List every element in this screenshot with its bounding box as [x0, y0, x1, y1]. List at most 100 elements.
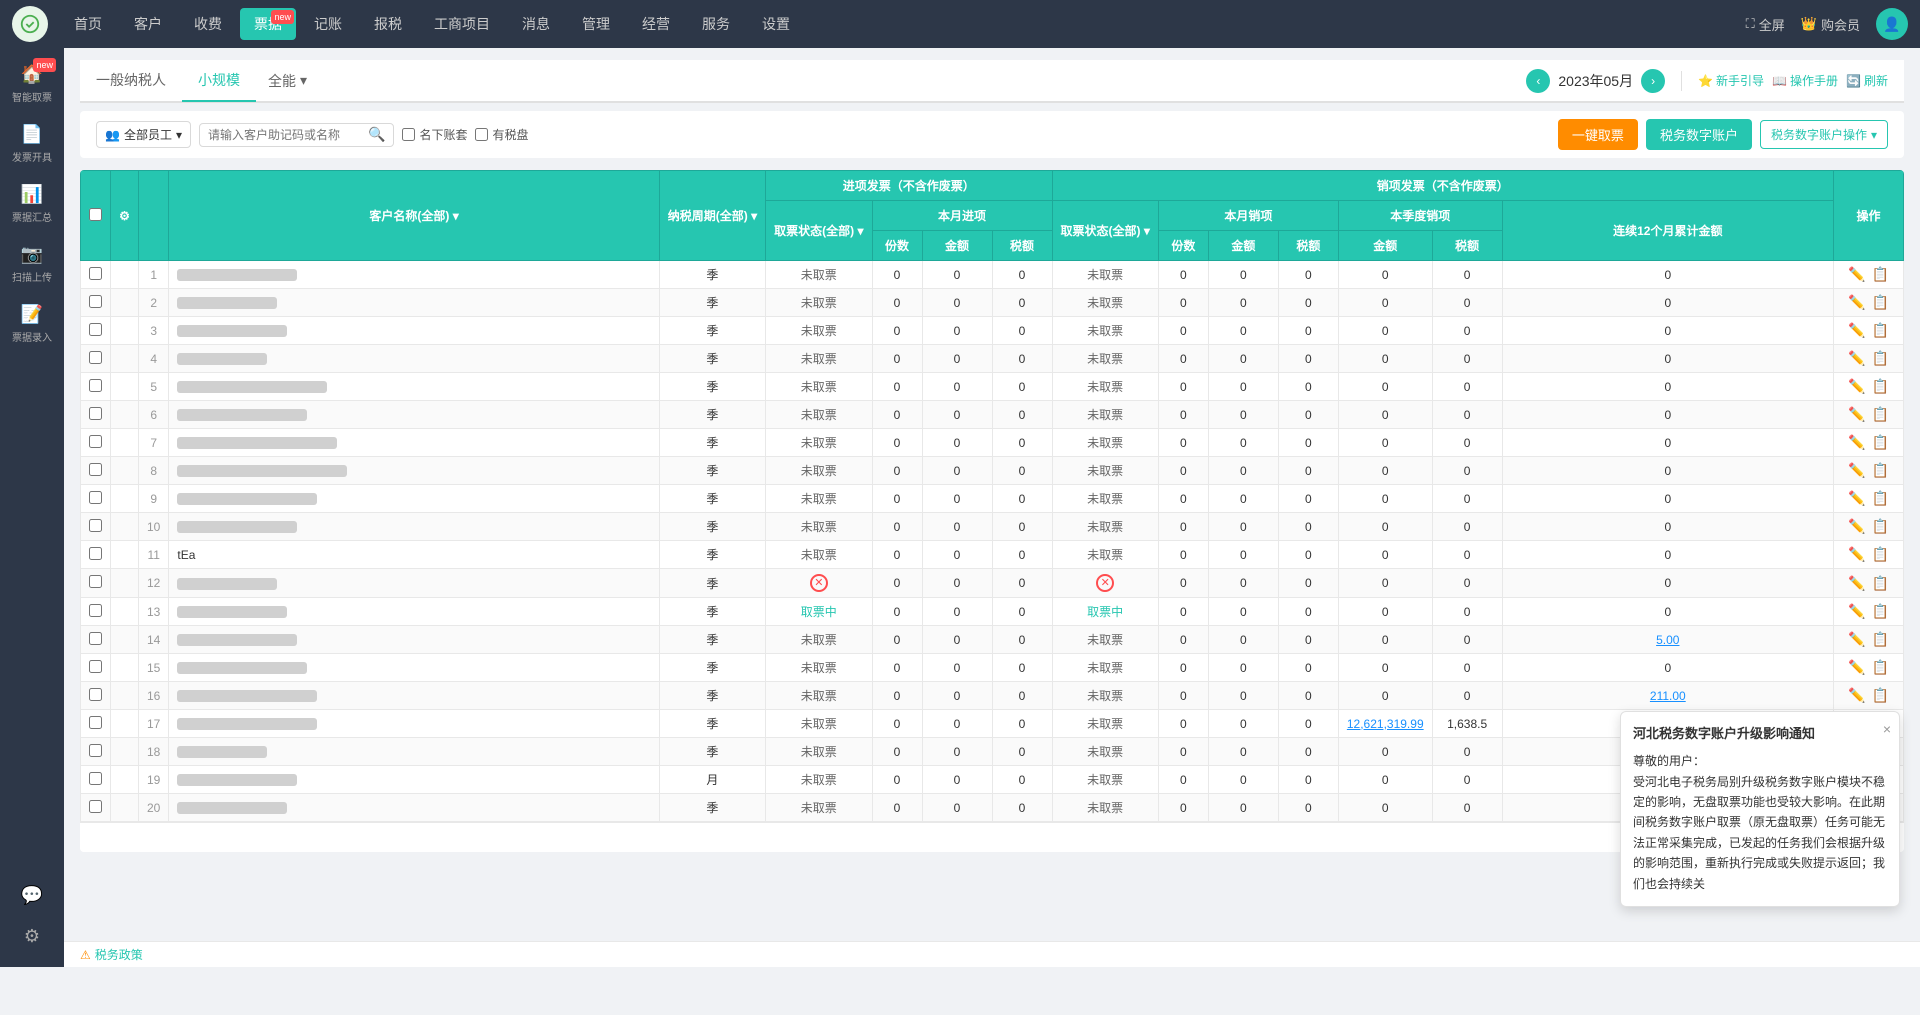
copy-icon[interactable]: 📋 — [1869, 294, 1892, 310]
row-checkbox-3[interactable] — [89, 323, 102, 336]
manual-link[interactable]: 📖 操作手册 — [1772, 72, 1838, 89]
nav-home[interactable]: 首页 — [60, 8, 116, 40]
policy-link[interactable]: 税务政策 — [95, 946, 143, 963]
row-checkbox-20[interactable] — [89, 800, 102, 813]
search-input[interactable] — [208, 124, 368, 146]
edit-icon[interactable]: ✏️ — [1845, 575, 1868, 591]
copy-icon[interactable]: 📋 — [1869, 687, 1892, 703]
tax-digital-operations-button[interactable]: 税务数字账户操作 ▾ — [1760, 120, 1888, 149]
th-client-name[interactable]: 客户名称(全部) ▾ — [169, 171, 659, 261]
search-button[interactable]: 🔍 — [368, 126, 385, 143]
row-checkbox-4[interactable] — [89, 351, 102, 364]
edit-icon[interactable]: ✏️ — [1845, 631, 1868, 647]
sidebar-item-invoice-open[interactable]: 📄 发票开具 — [4, 116, 60, 172]
row-checkbox-7[interactable] — [89, 435, 102, 448]
notification-close-button[interactable]: × — [1883, 718, 1891, 740]
edit-icon[interactable]: ✏️ — [1845, 687, 1868, 703]
copy-icon[interactable]: 📋 — [1869, 378, 1892, 394]
nav-tax[interactable]: 报税 — [360, 8, 416, 40]
edit-icon[interactable]: ✏️ — [1845, 659, 1868, 675]
subscribed-checkbox-label[interactable]: 名下账套 — [402, 126, 467, 143]
sidebar-item-chat[interactable]: 💬 — [4, 877, 60, 914]
copy-icon[interactable]: 📋 — [1869, 406, 1892, 422]
nav-settings[interactable]: 设置 — [748, 8, 804, 40]
nav-fee[interactable]: 收费 — [180, 8, 236, 40]
edit-icon[interactable]: ✏️ — [1845, 266, 1868, 282]
prev-month-button[interactable]: ‹ — [1526, 69, 1550, 93]
row-checkbox-9[interactable] — [89, 491, 102, 504]
nav-manage[interactable]: 管理 — [568, 8, 624, 40]
nav-client[interactable]: 客户 — [120, 8, 176, 40]
copy-icon[interactable]: 📋 — [1869, 546, 1892, 562]
copy-icon[interactable]: 📋 — [1869, 490, 1892, 506]
th-tax-period[interactable]: 纳税周期(全部) ▾ — [659, 171, 765, 261]
copy-icon[interactable]: 📋 — [1869, 462, 1892, 478]
edit-icon[interactable]: ✏️ — [1845, 434, 1868, 450]
sidebar-item-invoice-summary[interactable]: 📊 票据汇总 — [4, 176, 60, 232]
sidebar-item-invoice-entry[interactable]: 📝 票据录入 — [4, 296, 60, 352]
edit-icon[interactable]: ✏️ — [1845, 490, 1868, 506]
nav-operation[interactable]: 经营 — [628, 8, 684, 40]
tab-small-scale[interactable]: 小规模 — [182, 60, 256, 102]
sidebar-item-config[interactable]: ⚙ — [4, 918, 60, 955]
settings-icon[interactable]: ⚙ — [119, 209, 130, 223]
row-checkbox-1[interactable] — [89, 267, 102, 280]
copy-icon[interactable]: 📋 — [1869, 350, 1892, 366]
row-checkbox-2[interactable] — [89, 295, 102, 308]
row-checkbox-13[interactable] — [89, 604, 102, 617]
copy-icon[interactable]: 📋 — [1869, 659, 1892, 675]
row-checkbox-11[interactable] — [89, 547, 102, 560]
one-click-ticket-button[interactable]: 一键取票 — [1558, 119, 1638, 150]
nav-service[interactable]: 服务 — [688, 8, 744, 40]
row-checkbox-6[interactable] — [89, 407, 102, 420]
sidebar-item-smart-ticket[interactable]: 🏠 智能取票 new — [4, 56, 60, 112]
next-month-button[interactable]: › — [1641, 69, 1665, 93]
copy-icon[interactable]: 📋 — [1869, 322, 1892, 338]
employee-selector[interactable]: 👥 全部员工 ▾ — [96, 121, 191, 148]
row-checkbox-8[interactable] — [89, 463, 102, 476]
copy-icon[interactable]: 📋 — [1869, 434, 1892, 450]
th-sales-fetch-status[interactable]: 取票状态(全部) ▾ — [1052, 201, 1158, 261]
row-checkbox-5[interactable] — [89, 379, 102, 392]
user-avatar[interactable]: 👤 — [1876, 8, 1908, 40]
edit-icon[interactable]: ✏️ — [1845, 518, 1868, 534]
select-all-checkbox[interactable] — [89, 208, 102, 221]
row-checkbox-19[interactable] — [89, 772, 102, 785]
nav-invoice[interactable]: 票据 new — [240, 8, 296, 40]
tab-general-taxpayer[interactable]: 一般纳税人 — [80, 60, 182, 102]
row-checkbox-16[interactable] — [89, 688, 102, 701]
edit-icon[interactable]: ✏️ — [1845, 378, 1868, 394]
new-guide-link[interactable]: ⭐ 新手引导 — [1698, 72, 1764, 89]
row-checkbox-17[interactable] — [89, 716, 102, 729]
edit-icon[interactable]: ✏️ — [1845, 406, 1868, 422]
copy-icon[interactable]: 📋 — [1869, 518, 1892, 534]
nav-business[interactable]: 工商项目 — [420, 8, 504, 40]
edit-icon[interactable]: ✏️ — [1845, 350, 1868, 366]
th-income-fetch-status[interactable]: 取票状态(全部) ▾ — [766, 201, 872, 261]
row-checkbox-14[interactable] — [89, 632, 102, 645]
tax-digital-account-button[interactable]: 税务数字账户 — [1646, 119, 1752, 150]
edit-icon[interactable]: ✏️ — [1845, 603, 1868, 619]
nav-message[interactable]: 消息 — [508, 8, 564, 40]
subscribed-checkbox[interactable] — [402, 128, 415, 141]
edit-icon[interactable]: ✏️ — [1845, 462, 1868, 478]
edit-icon[interactable]: ✏️ — [1845, 322, 1868, 338]
row-checkbox-18[interactable] — [89, 744, 102, 757]
row-checkbox-10[interactable] — [89, 519, 102, 532]
edit-icon[interactable]: ✏️ — [1845, 546, 1868, 562]
fullscreen-button[interactable]: ⛶ 全屏 — [1746, 15, 1785, 34]
copy-icon[interactable]: 📋 — [1869, 575, 1892, 591]
copy-icon[interactable]: 📋 — [1869, 603, 1892, 619]
edit-icon[interactable]: ✏️ — [1845, 294, 1868, 310]
refresh-link[interactable]: 🔄 刷新 — [1846, 72, 1888, 89]
copy-icon[interactable]: 📋 — [1869, 266, 1892, 282]
sidebar-item-scan-upload[interactable]: 📷 扫描上传 — [4, 236, 60, 292]
row-checkbox-15[interactable] — [89, 660, 102, 673]
nav-accounting[interactable]: 记账 — [300, 8, 356, 40]
copy-icon[interactable]: 📋 — [1869, 631, 1892, 647]
row-checkbox-12[interactable] — [89, 575, 102, 588]
tax-disk-checkbox[interactable] — [475, 128, 488, 141]
tax-disk-checkbox-label[interactable]: 有税盘 — [475, 126, 528, 143]
member-button[interactable]: 👑 购会员 — [1801, 15, 1860, 34]
tab-all-capable[interactable]: 全能 ▾ — [256, 61, 319, 101]
